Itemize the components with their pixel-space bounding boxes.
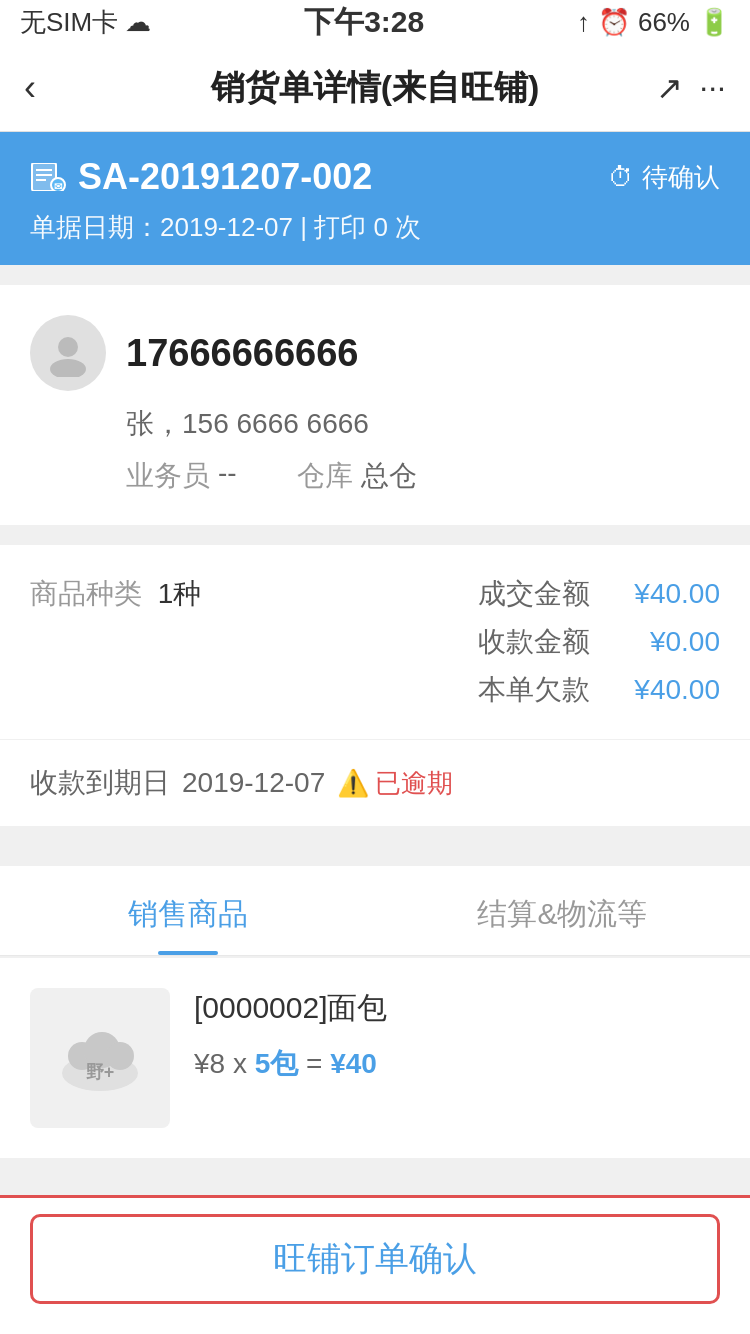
customer-section: 17666666666 张，156 6666 6666 业务员 -- 仓库 总仓 [0,285,750,525]
overdue-badge: ⚠️ 已逾期 [337,766,453,801]
confirm-btn-area: 旺铺订单确认 [0,1195,750,1334]
order-doc-icon: ✉ [30,163,66,191]
warehouse-value: 总仓 [361,457,417,495]
no-sim-text: 无SIM卡 ☁ [20,5,151,40]
owed-label: 本单欠款 [478,671,590,709]
wangpu-confirm-button[interactable]: 旺铺订单确认 [30,1214,720,1304]
deal-amount-value: ¥40.00 [610,578,720,610]
share-icon[interactable]: ↗ [656,69,683,107]
divider-2 [0,826,750,846]
svg-rect-2 [36,174,52,176]
warehouse-label: 仓库 [297,457,353,495]
product-thumbnail: 野+ [30,988,170,1128]
svg-point-7 [50,359,86,377]
equals-text: = [298,1048,330,1079]
order-id: ✉ SA-20191207-002 [30,156,372,198]
status-left: 无SIM卡 ☁ [20,5,151,40]
back-button[interactable]: ‹ [24,67,36,109]
svg-text:野+: 野+ [86,1062,115,1082]
summary-left: 商品种类 1种 [30,575,201,613]
category-value: 1种 [158,578,202,609]
svg-rect-1 [36,169,52,171]
category-label: 商品种类 [30,578,142,609]
nav-right-icons: ↗ ··· [646,69,726,107]
product-price: ¥8 x 5包 = ¥40 [194,1045,720,1083]
summary-right: 成交金额 ¥40.00 收款金额 ¥0.00 本单欠款 ¥40.00 [478,575,720,709]
order-id-text: SA-20191207-002 [78,156,372,198]
owed-row: 本单欠款 ¥40.00 [478,671,720,709]
order-status-badge: ⏱ 待确认 [608,160,720,195]
more-icon[interactable]: ··· [699,69,726,106]
svg-text:✉: ✉ [54,181,63,191]
product-name: [0000002]面包 [194,988,720,1029]
overdue-text: 已逾期 [375,766,453,801]
product-item: 野+ [0000002]面包 ¥8 x 5包 = ¥40 [0,958,750,1158]
tabs-section: 销售商品 结算&物流等 [0,866,750,956]
salesperson-item: 业务员 -- [126,457,237,495]
salesperson-value: -- [218,457,237,495]
status-bar: 无SIM卡 ☁ 下午3:28 ↑ ⏰ 66% 🔋 [0,0,750,44]
tab-sales-products[interactable]: 销售商品 [0,866,375,955]
due-date-value: 2019-12-07 [182,767,325,799]
status-time: 下午3:28 [304,2,424,43]
battery-icon: 🔋 [698,7,730,38]
svg-rect-3 [36,179,46,181]
owed-value: ¥40.00 [610,674,720,706]
warehouse-item: 仓库 总仓 [297,457,417,495]
nav-bar: ‹ 销货单详情(来自旺铺) ↗ ··· [0,44,750,132]
total-highlight: ¥40 [330,1048,377,1079]
nav-back-area[interactable]: ‹ [24,67,104,109]
product-info: [0000002]面包 ¥8 x 5包 = ¥40 [194,988,720,1128]
price-base: ¥8 x [194,1048,255,1079]
due-date-label: 收款到期日 [30,764,170,802]
location-icon: ↑ [577,7,590,38]
status-right: ↑ ⏰ 66% 🔋 [577,7,730,38]
tab-sales-label: 销售商品 [128,897,248,930]
customer-meta: 业务员 -- 仓库 总仓 [126,457,720,495]
clock-icon: ⏱ [608,162,634,193]
battery-text: 66% [638,7,690,38]
order-date: 单据日期：2019-12-07 | 打印 0 次 [30,210,720,245]
deal-amount-row: 成交金额 ¥40.00 [478,575,720,613]
summary-section: 商品种类 1种 成交金额 ¥40.00 收款金额 ¥0.00 本单欠款 ¥40.… [0,545,750,739]
tab-settlement[interactable]: 结算&物流等 [375,866,750,955]
deal-amount-label: 成交金额 [478,575,590,613]
alarm-icon: ⏰ [598,7,630,38]
collected-value: ¥0.00 [610,626,720,658]
customer-contact: 张，156 6666 6666 [126,405,720,443]
divider-1 [0,525,750,545]
warning-icon: ⚠️ [337,768,369,799]
confirm-btn-label: 旺铺订单确认 [273,1236,477,1282]
order-status-text: 待确认 [642,160,720,195]
order-banner: ✉ SA-20191207-002 ⏱ 待确认 单据日期：2019-12-07 … [0,132,750,265]
tab-settlement-label: 结算&物流等 [477,897,647,930]
collected-row: 收款金额 ¥0.00 [478,623,720,661]
quantity-highlight: 5包 [255,1048,299,1079]
svg-point-6 [58,337,78,357]
customer-phone: 17666666666 [126,332,358,375]
salesperson-label: 业务员 [126,457,210,495]
customer-avatar [30,315,106,391]
due-date-section: 收款到期日 2019-12-07 ⚠️ 已逾期 [0,740,750,826]
collected-label: 收款金额 [478,623,590,661]
page-title: 销货单详情(来自旺铺) [104,65,646,111]
